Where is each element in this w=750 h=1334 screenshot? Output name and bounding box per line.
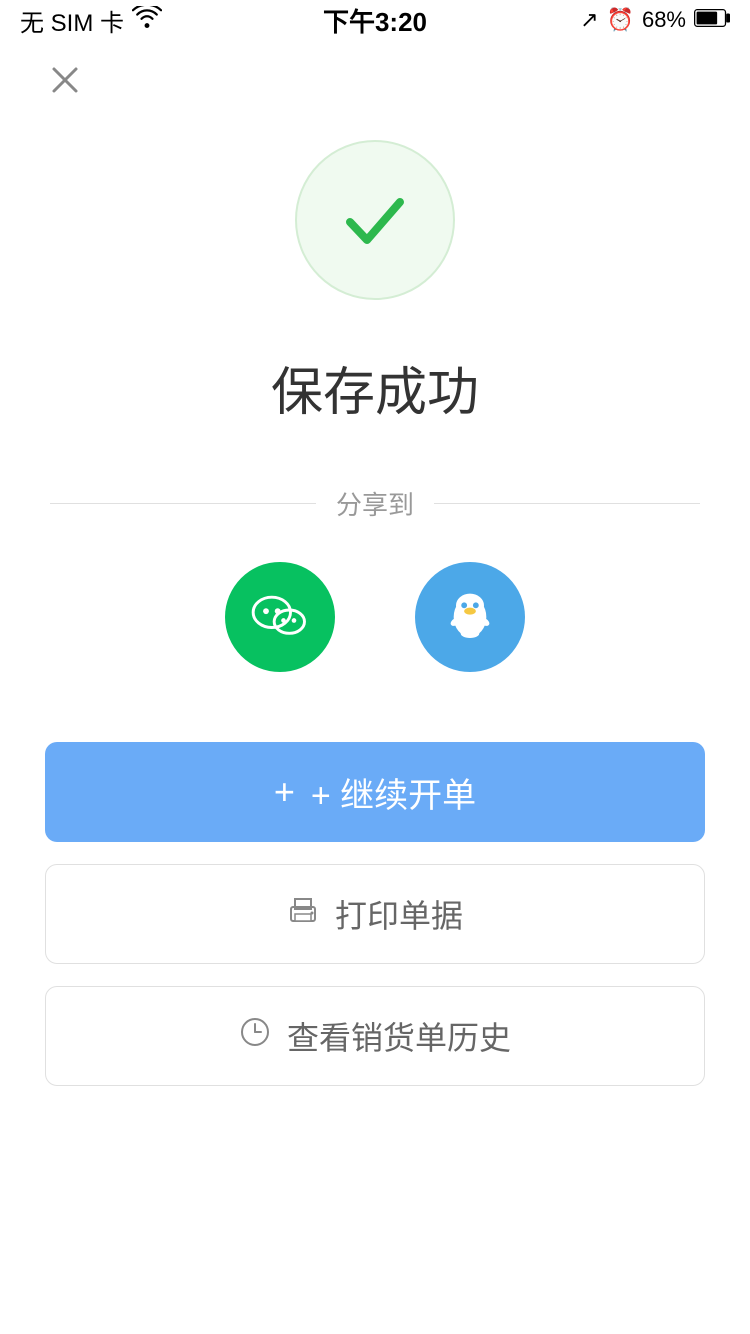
history-icon bbox=[239, 1016, 271, 1056]
plus-icon: + bbox=[274, 771, 295, 813]
actions-container: + + 继续开单 打印单据 查看销货单 bbox=[45, 742, 705, 1086]
continue-order-button[interactable]: + + 继续开单 bbox=[45, 742, 705, 842]
share-section: 分享到 bbox=[0, 485, 750, 672]
status-left: 无 SIM 卡 bbox=[20, 3, 162, 38]
print-button[interactable]: 打印单据 bbox=[45, 864, 705, 964]
divider-right bbox=[434, 503, 700, 504]
status-bar: 无 SIM 卡 下午3:20 ↗ ⏰ 68% bbox=[0, 0, 750, 40]
qq-icon bbox=[435, 582, 505, 652]
success-title: 保存成功 bbox=[271, 350, 479, 425]
qq-share-button[interactable] bbox=[415, 562, 525, 672]
history-label: 查看销货单历史 bbox=[287, 1013, 511, 1059]
share-icons-row bbox=[225, 562, 525, 672]
printer-icon bbox=[287, 896, 319, 933]
battery-icon bbox=[694, 7, 730, 33]
wifi-icon bbox=[132, 6, 162, 35]
continue-order-label: + 继续开单 bbox=[311, 768, 476, 817]
divider-row: 分享到 bbox=[0, 485, 750, 522]
status-time: 下午3:20 bbox=[323, 2, 427, 39]
location-icon: ↗ bbox=[580, 7, 598, 33]
wechat-share-button[interactable] bbox=[225, 562, 335, 672]
alarm-icon: ⏰ bbox=[607, 7, 634, 33]
print-label: 打印单据 bbox=[335, 891, 463, 937]
success-circle bbox=[295, 140, 455, 300]
status-right: ↗ ⏰ 68% bbox=[580, 7, 730, 33]
close-button[interactable] bbox=[40, 55, 90, 105]
divider-left bbox=[50, 503, 316, 504]
no-sim-label: 无 SIM 卡 bbox=[20, 3, 124, 38]
wechat-icon bbox=[245, 582, 315, 652]
share-label: 分享到 bbox=[336, 485, 414, 522]
battery-percent: 68% bbox=[642, 7, 686, 33]
main-content: 保存成功 分享到 bbox=[0, 40, 750, 1086]
checkmark-icon bbox=[335, 180, 415, 260]
history-button[interactable]: 查看销货单历史 bbox=[45, 986, 705, 1086]
